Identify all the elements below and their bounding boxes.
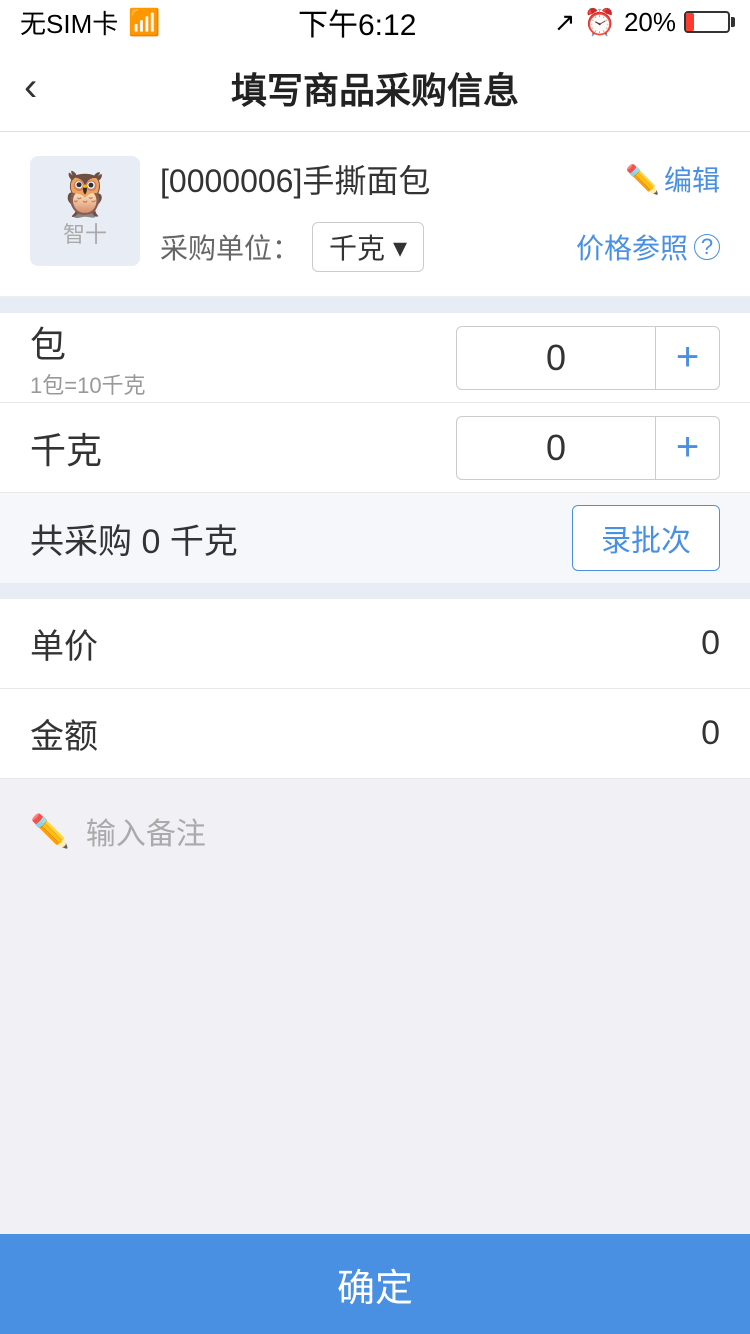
bag-plus-button[interactable]: + xyxy=(656,326,720,390)
total-row: 共采购 0 千克 录批次 xyxy=(0,493,750,583)
product-info: [0000006]手撕面包 ✏️ 编辑 采购单位： 千克 ▾ 价格参照 ? xyxy=(160,156,720,272)
product-owl-icon: 🦉 xyxy=(58,173,113,217)
edit-button[interactable]: ✏️ 编辑 xyxy=(625,159,720,199)
status-right: ↗ ⏰ 20% xyxy=(554,7,730,38)
confirm-button-label: 确定 xyxy=(337,1257,413,1312)
total-unit: 千克 xyxy=(170,523,238,561)
chevron-down-icon: ▾ xyxy=(393,231,407,264)
bag-value-display[interactable]: 0 xyxy=(456,326,656,390)
status-left: 无SIM卡 📶 xyxy=(20,4,161,41)
separator-1 xyxy=(0,297,750,313)
unit-label: 采购单位： xyxy=(160,227,300,267)
bag-sub-label: 1包=10千克 xyxy=(30,368,150,400)
location-icon: ↗ xyxy=(554,7,576,38)
edit-icon: ✏️ xyxy=(625,163,660,196)
nav-bar: ‹ 填写商品采购信息 xyxy=(0,44,750,132)
page-title: 填写商品采购信息 xyxy=(231,62,519,114)
unit-price-label: 单价 xyxy=(30,619,98,668)
amount-row: 金额 0 xyxy=(0,689,750,779)
kg-plus-button[interactable]: + xyxy=(656,416,720,480)
sim-icon: 📶 xyxy=(128,7,160,38)
unit-select[interactable]: 千克 ▾ xyxy=(312,222,424,272)
info-icon: ? xyxy=(694,234,720,260)
carrier-label: 无SIM卡 xyxy=(20,4,118,41)
input-section: 包 1包=10千克 0 + 千克 0 + xyxy=(0,313,750,493)
kg-label: 千克 xyxy=(30,422,150,474)
kg-value-display[interactable]: 0 xyxy=(456,416,656,480)
confirm-button[interactable]: 确定 xyxy=(0,1234,750,1334)
alarm-icon: ⏰ xyxy=(584,7,616,38)
unit-price-value: 0 xyxy=(701,624,720,663)
price-ref-button[interactable]: 价格参照 ? xyxy=(576,227,720,267)
product-thumb-label: 智十 xyxy=(63,217,107,249)
bag-input-row: 包 1包=10千克 0 + xyxy=(0,313,750,403)
pencil-icon: ✏️ xyxy=(30,812,70,850)
total-value: 0 xyxy=(141,523,169,561)
remark-placeholder: 输入备注 xyxy=(86,809,206,853)
total-text: 共采购 0 千克 xyxy=(30,514,238,563)
product-thumbnail: 🦉 智十 xyxy=(30,156,140,266)
kg-input-row: 千克 0 + xyxy=(0,403,750,493)
product-card: 🦉 智十 [0000006]手撕面包 ✏️ 编辑 采购单位： 千克 ▾ xyxy=(0,132,750,297)
batch-button[interactable]: 录批次 xyxy=(572,505,720,571)
remark-section[interactable]: ✏️ 输入备注 xyxy=(0,779,750,979)
battery-icon xyxy=(684,11,730,33)
amount-value: 0 xyxy=(701,714,720,753)
product-name: [0000006]手撕面包 xyxy=(160,156,430,202)
bag-label: 包 xyxy=(30,316,150,368)
price-section: 单价 0 金额 0 xyxy=(0,599,750,779)
separator-2 xyxy=(0,583,750,599)
amount-label: 金额 xyxy=(30,709,98,758)
status-time: 下午6:12 xyxy=(298,0,416,44)
status-bar: 无SIM卡 📶 下午6:12 ↗ ⏰ 20% xyxy=(0,0,750,44)
unit-price-row: 单价 0 xyxy=(0,599,750,689)
battery-percent: 20% xyxy=(624,7,676,38)
back-button[interactable]: ‹ xyxy=(24,55,47,120)
